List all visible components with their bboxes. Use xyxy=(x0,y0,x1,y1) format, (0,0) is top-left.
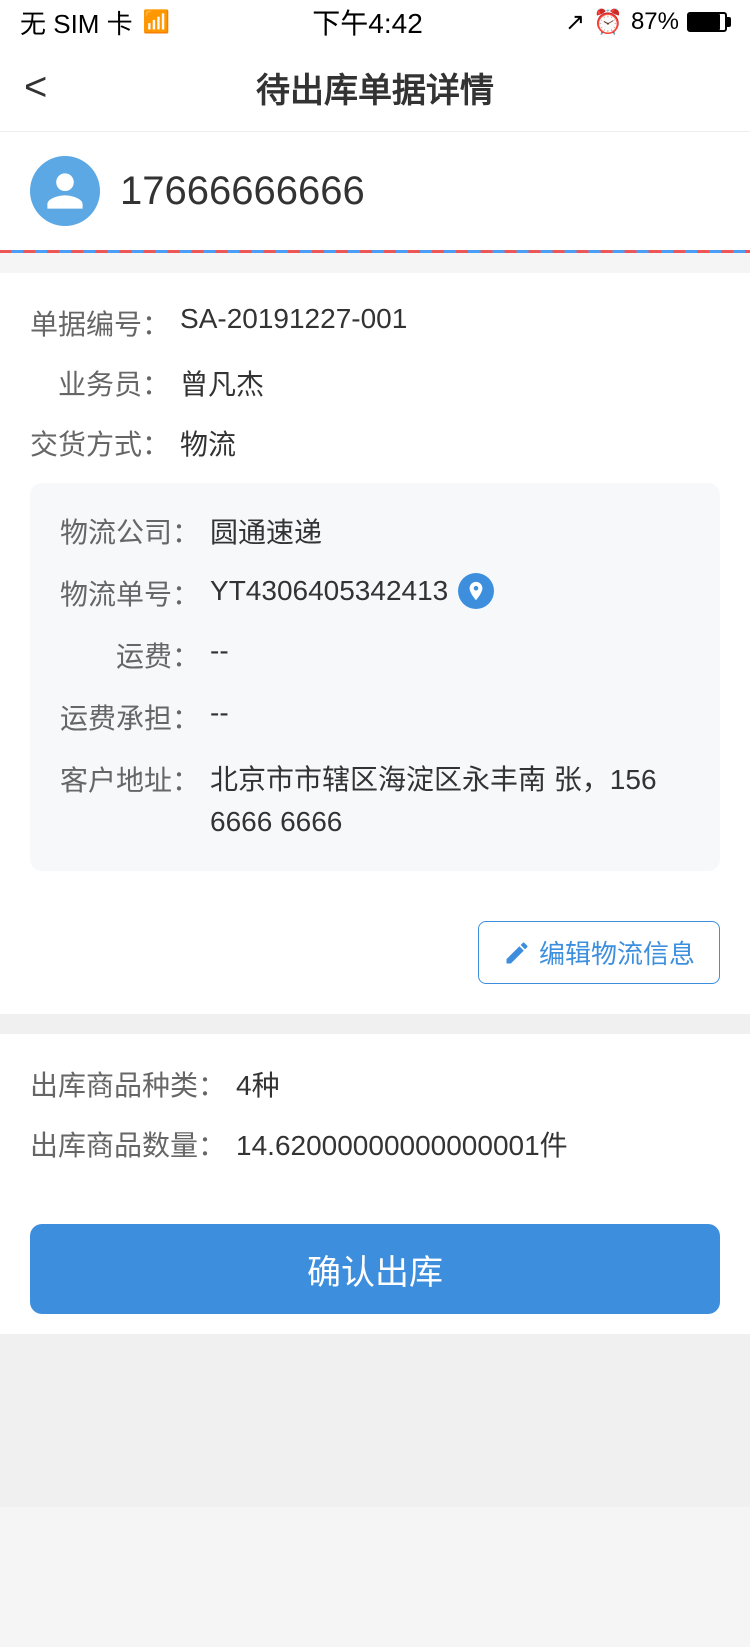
order-number-value: SA-20191227-001 xyxy=(180,303,720,335)
address-value: 北京市市辖区海淀区永丰南 张，156 6666 6666 xyxy=(210,759,690,843)
delivery-value: 物流 xyxy=(180,423,720,463)
freight-bearer-label: 运费承担： xyxy=(60,697,200,737)
status-bar: 无 SIM 卡 📶 下午4:42 ↗ ⏰ 87% xyxy=(0,0,750,44)
confirm-btn-area: 确认出库 xyxy=(0,1204,750,1334)
status-right: ↗ ⏰ 87% xyxy=(565,8,730,37)
stock-types-row: 出库商品种类： 4种 xyxy=(30,1064,720,1104)
empty-space xyxy=(0,1307,750,1507)
customer-phone: 17666666666 xyxy=(120,169,365,214)
location-icon: ↗ xyxy=(565,8,585,37)
page-title: 待出库单据详情 xyxy=(256,63,494,112)
confirm-outbound-button[interactable]: 确认出库 xyxy=(30,1224,720,1314)
logistics-card: 物流公司： 圆通速递 物流单号： YT4306405342413 运费： -- xyxy=(30,483,720,871)
freight-bearer-value: -- xyxy=(210,697,690,729)
logistics-company-value: 圆通速递 xyxy=(210,511,690,551)
battery-percent: 87% xyxy=(631,8,679,36)
logistics-tracking-value: YT4306405342413 xyxy=(210,573,690,609)
order-number-label: 单据编号： xyxy=(30,303,170,343)
stock-quantity-label: 出库商品数量： xyxy=(30,1124,226,1164)
time-display: 下午4:42 xyxy=(312,2,423,42)
freight-bearer-row: 运费承担： -- xyxy=(60,697,690,737)
avatar xyxy=(30,156,100,226)
section-divider xyxy=(0,1014,750,1034)
freight-label: 运费： xyxy=(60,635,200,675)
logistics-company-label: 物流公司： xyxy=(60,511,200,551)
salesman-row: 业务员： 曾凡杰 xyxy=(30,363,720,403)
order-number-row: 单据编号： SA-20191227-001 xyxy=(30,303,720,343)
battery-icon xyxy=(687,12,730,32)
user-icon xyxy=(43,169,87,213)
logistics-tracking-row: 物流单号： YT4306405342413 xyxy=(60,573,690,613)
edit-icon xyxy=(503,939,531,967)
customer-header: 17666666666 xyxy=(0,132,750,253)
back-button[interactable]: < xyxy=(24,65,47,110)
delivery-label: 交货方式： xyxy=(30,423,170,463)
edit-logistics-button[interactable]: 编辑物流信息 xyxy=(478,921,720,984)
confirm-btn-label: 确认出库 xyxy=(307,1245,443,1294)
address-label: 客户地址： xyxy=(60,759,200,799)
logistics-company-row: 物流公司： 圆通速递 xyxy=(60,511,690,551)
salesman-value: 曾凡杰 xyxy=(180,363,720,403)
stock-section: 出库商品种类： 4种 出库商品数量： 14.62000000000000001件 xyxy=(0,1034,750,1194)
stock-quantity-value: 14.62000000000000001件 xyxy=(236,1124,568,1164)
status-left: 无 SIM 卡 📶 xyxy=(20,4,170,41)
salesman-label: 业务员： xyxy=(30,363,170,403)
logistics-tracking-label: 物流单号： xyxy=(60,573,200,613)
stock-quantity-row: 出库商品数量： 14.62000000000000001件 xyxy=(30,1124,720,1164)
stock-types-label: 出库商品种类： xyxy=(30,1064,226,1104)
edit-logistics-label: 编辑物流信息 xyxy=(539,934,695,971)
edit-logistics-row: 编辑物流信息 xyxy=(0,901,750,1014)
map-pin-icon[interactable] xyxy=(458,573,494,609)
freight-value: -- xyxy=(210,635,690,667)
address-row: 客户地址： 北京市市辖区海淀区永丰南 张，156 6666 6666 xyxy=(60,759,690,843)
order-info-section: 单据编号： SA-20191227-001 业务员： 曾凡杰 交货方式： 物流 … xyxy=(0,273,750,901)
freight-row: 运费： -- xyxy=(60,635,690,675)
delivery-row: 交货方式： 物流 xyxy=(30,423,720,463)
carrier-text: 无 SIM 卡 xyxy=(20,4,133,41)
alarm-icon: ⏰ xyxy=(593,8,623,37)
nav-bar: < 待出库单据详情 xyxy=(0,44,750,132)
stock-types-value: 4种 xyxy=(236,1064,280,1104)
wifi-icon: 📶 xyxy=(143,9,170,35)
